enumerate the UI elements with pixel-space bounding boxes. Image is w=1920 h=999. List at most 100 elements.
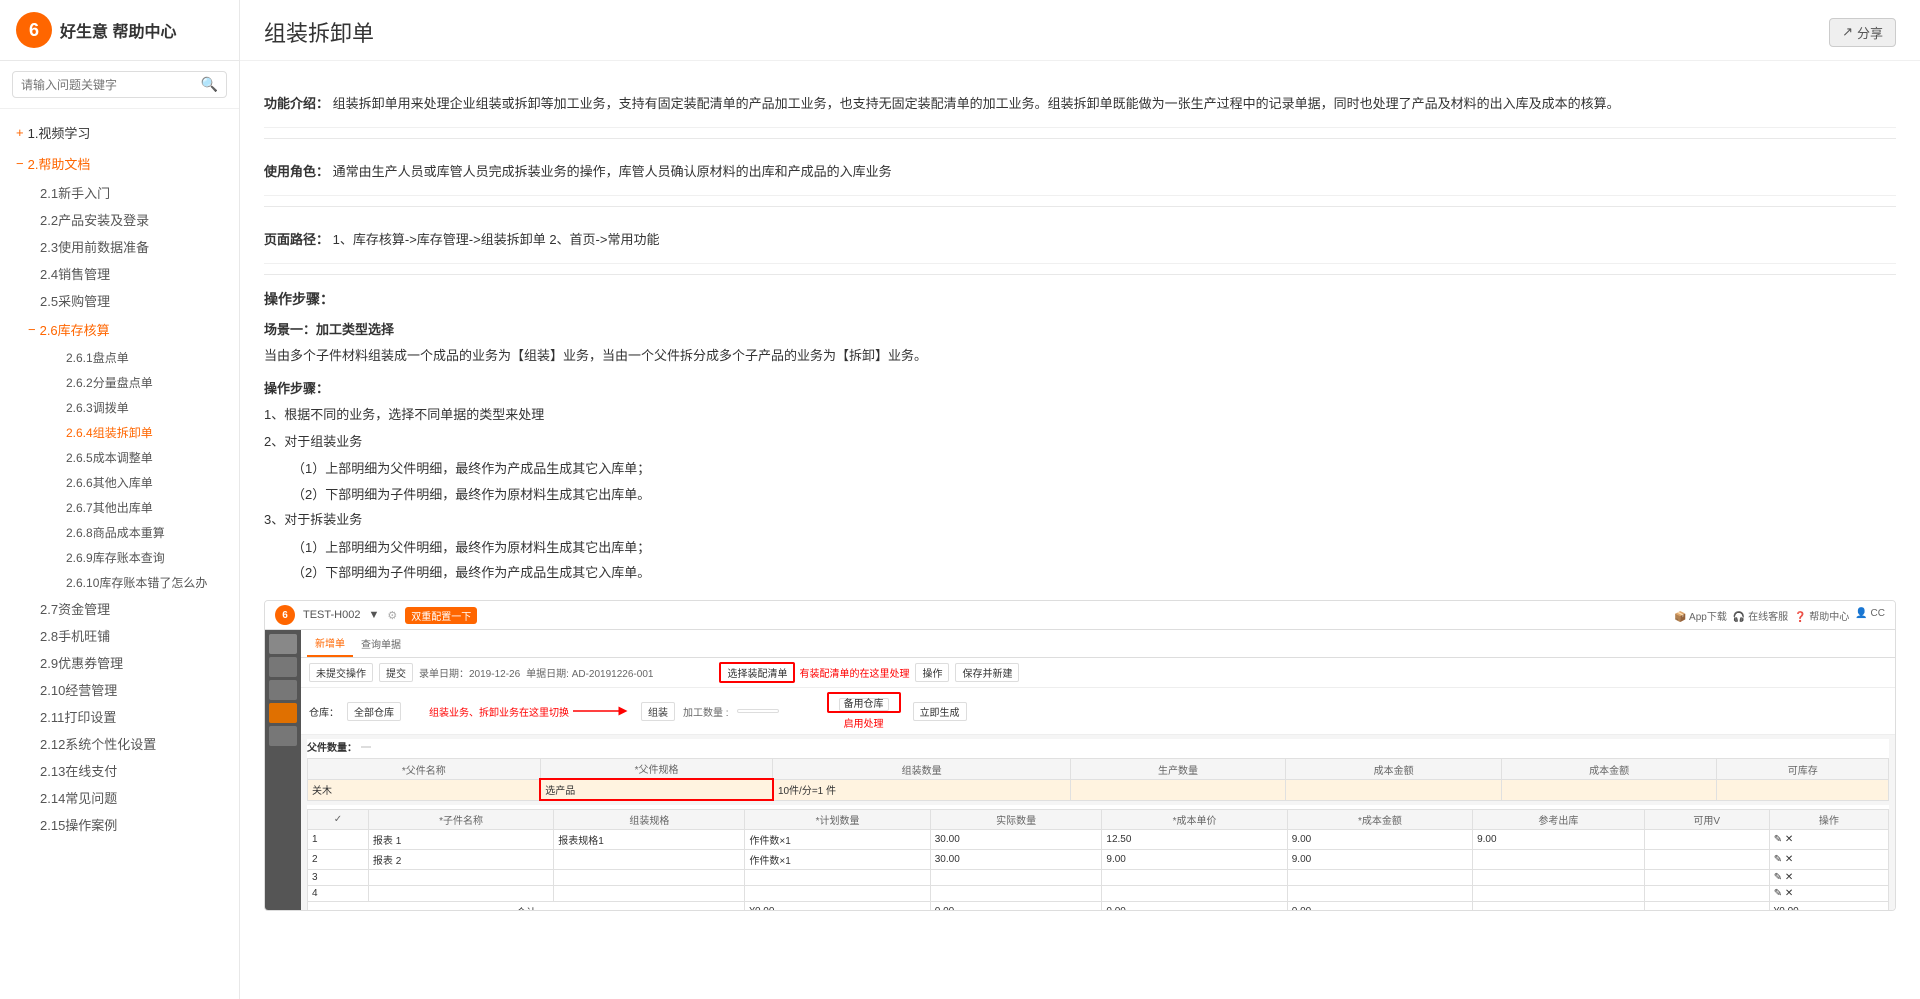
label: 2.4销售管理 bbox=[40, 267, 110, 282]
mini-btn-ops[interactable]: 操作 bbox=[915, 663, 949, 682]
cell bbox=[1287, 886, 1472, 902]
sidebar-item-sales[interactable]: 2.4销售管理 bbox=[12, 260, 239, 287]
cell: 4 bbox=[308, 886, 369, 902]
cell: 3 bbox=[308, 870, 369, 886]
sidebar-item-newbie[interactable]: 2.1新手入门 bbox=[12, 179, 239, 206]
cell bbox=[1644, 886, 1769, 902]
sidebar-item-install[interactable]: 2.2产品安装及登录 bbox=[12, 206, 239, 233]
mini-dropdown-icon: ▼ bbox=[368, 609, 379, 621]
page-title: 组装拆卸单 bbox=[264, 16, 374, 48]
label: 2.10经营管理 bbox=[40, 683, 117, 698]
search-input[interactable] bbox=[21, 78, 201, 92]
mini-bom-btn[interactable]: 选择装配清单 bbox=[719, 662, 795, 683]
col-child-plan: *计划数量 bbox=[745, 810, 930, 830]
cell: 9.00 bbox=[1287, 830, 1472, 850]
mini-nav-sidebar bbox=[265, 630, 301, 910]
mini-parent-label: 父件数量： bbox=[307, 739, 357, 754]
mini-topbar: 6 TEST-H002 ▼ ⚙ 双重配置一下 📦 App下载 🎧 在线客服 ❓ … bbox=[265, 601, 1895, 630]
sidebar-header: 6 好生意 帮助中心 bbox=[0, 0, 239, 61]
mini-parent-qty[interactable] bbox=[361, 746, 371, 748]
sidebar-item-purchase[interactable]: 2.5采购管理 bbox=[12, 287, 239, 314]
table-row: 3 ✎ ✕ bbox=[308, 870, 1889, 886]
mini-btn-save[interactable]: 未提交操作 bbox=[309, 663, 373, 682]
mini-action-toolbar: 未提交操作 提交 录单日期：2019-12-26 单据日期: AD-201912… bbox=[301, 658, 1895, 688]
mini-date-label: 录单日期：2019-12-26 bbox=[419, 665, 520, 680]
mini-parent-table: *父件名称 *父件规格 组装数量 生产数量 成本金额 成本金额 可库存 bbox=[307, 758, 1889, 801]
intro-label: 功能介绍： bbox=[264, 96, 329, 111]
mini-type-select[interactable]: 组装 bbox=[641, 702, 675, 721]
sidebar-item-faq[interactable]: 2.14常见问题 bbox=[12, 784, 239, 811]
mini-app-body: 新增单 查询单据 未提交操作 提交 录单日期：2019-12-26 单据日期: … bbox=[265, 630, 1895, 910]
sidebar-item-stocktake[interactable]: 2.6.1盘点单 bbox=[24, 345, 239, 370]
share-icon: ↗ bbox=[1842, 24, 1853, 40]
cell: ✎ ✕ bbox=[1769, 870, 1888, 886]
mini-child-table-wrap: ✓ *子件名称 组装规格 *计划数量 实际数量 *成本单价 *成本金额 参考出库 bbox=[307, 805, 1889, 911]
sidebar-item-coupon[interactable]: 2.9优惠券管理 bbox=[12, 649, 239, 676]
content-body: 功能介绍： 组装拆卸单用来处理企业组装或拆卸等加工业务，支持有固定装配清单的产品… bbox=[240, 61, 1920, 999]
search-icon[interactable]: 🔍 bbox=[201, 76, 218, 93]
col-check: ✓ bbox=[308, 810, 369, 830]
col-child-avail: 可用V bbox=[1644, 810, 1769, 830]
search-box[interactable]: 🔍 bbox=[0, 61, 239, 109]
cell: 30.00 bbox=[930, 830, 1102, 850]
cell bbox=[554, 850, 745, 870]
cell bbox=[1102, 870, 1287, 886]
screenshot-container: 6 TEST-H002 ▼ ⚙ 双重配置一下 📦 App下载 🎧 在线客服 ❓ … bbox=[264, 600, 1896, 911]
sidebar-item-transfer[interactable]: 2.6.3调拨单 bbox=[24, 395, 239, 420]
path-label: 页面路径： bbox=[264, 232, 329, 247]
mini-nav-icon-active bbox=[269, 703, 297, 723]
table-row: 关木 选产品 10件/分=1 件 bbox=[308, 779, 1889, 800]
share-button[interactable]: ↗ 分享 bbox=[1829, 18, 1896, 47]
label: 2.1新手入门 bbox=[40, 186, 110, 201]
mini-parent-header: 父件数量： bbox=[307, 739, 1889, 754]
mini-icons: 📦 App下载 🎧 在线客服 ❓ 帮助中心 👤 CC bbox=[1674, 608, 1885, 623]
cell: 9.00 bbox=[1473, 830, 1645, 850]
sidebar-item-stockerror[interactable]: 2.6.10库存账本错了怎么办 bbox=[24, 570, 239, 595]
sidebar-item-label: 1.视频学习 bbox=[28, 123, 91, 142]
mini-confirm-btn[interactable]: 立即生成 bbox=[913, 702, 967, 721]
step3-sub1: （1）上部明细为父件明细，最终作为原材料生成其它出库单； bbox=[292, 536, 1896, 559]
sidebar-item-otherinstock[interactable]: 2.6.6其他入库单 bbox=[24, 470, 239, 495]
mini-btn-submit[interactable]: 提交 bbox=[379, 663, 413, 682]
sidebar-item-partialtake[interactable]: 2.6.2分量盘点单 bbox=[24, 370, 239, 395]
sidebar-item-docs[interactable]: − 2.帮助文档 bbox=[0, 148, 239, 179]
step2-sub2: （2）下部明细为子件明细，最终作为原材料生成其它出库单。 bbox=[292, 483, 1896, 506]
sidebar-item-otheroutstock[interactable]: 2.6.7其他出库单 bbox=[24, 495, 239, 520]
sidebar-item-dataprep[interactable]: 2.3使用前数据准备 bbox=[12, 233, 239, 260]
mini-form-row: 仓库： 全部仓库 组装业务、拆卸业务在这里切换 组装 bbox=[301, 688, 1895, 735]
sidebar-item-cases[interactable]: 2.15操作案例 bbox=[12, 811, 239, 838]
mini-enable-select[interactable]: 备用仓库 bbox=[839, 698, 889, 711]
cell-highlight: 选产品 bbox=[540, 779, 773, 800]
cell: ¥0.00 bbox=[745, 902, 930, 912]
sidebar-item-costadj[interactable]: 2.6.5成本调整单 bbox=[24, 445, 239, 470]
sidebar-item-mobile[interactable]: 2.8手机旺铺 bbox=[12, 622, 239, 649]
cell bbox=[368, 886, 553, 902]
mini-tab-active: 新增单 bbox=[307, 630, 353, 657]
mini-warehouse-input[interactable]: 全部仓库 bbox=[347, 702, 401, 721]
sidebar-item-capital[interactable]: 2.7资金管理 bbox=[12, 595, 239, 622]
sidebar-item-goodscost[interactable]: 2.6.8商品成本重算 bbox=[24, 520, 239, 545]
label: 2.13在线支付 bbox=[40, 764, 117, 779]
path-text: 页面路径： 1、库存核算->库存管理->组装拆卸单 2、首页->常用功能 bbox=[264, 229, 1896, 251]
sidebar-item-ops[interactable]: 2.10经营管理 bbox=[12, 676, 239, 703]
cell bbox=[745, 886, 930, 902]
mini-qty-input[interactable] bbox=[737, 709, 779, 713]
sidebar-item-inventory[interactable]: − 2.6库存核算 bbox=[12, 314, 239, 345]
sidebar-item-system[interactable]: 2.12系统个性化设置 bbox=[12, 730, 239, 757]
sidebar-item-print[interactable]: 2.11打印设置 bbox=[12, 703, 239, 730]
col-qty: 组装数量 bbox=[773, 759, 1070, 780]
main-content: 组装拆卸单 ↗ 分享 功能介绍： 组装拆卸单用来处理企业组装或拆卸等加工业务，支… bbox=[240, 0, 1920, 999]
sidebar-item-onlinepay[interactable]: 2.13在线支付 bbox=[12, 757, 239, 784]
step1: 1、根据不同的业务，选择不同单据的类型来处理 bbox=[264, 403, 1896, 426]
step-list: 1、根据不同的业务，选择不同单据的类型来处理 2、对于组装业务 （1）上部明细为… bbox=[264, 403, 1896, 585]
cell bbox=[1473, 850, 1645, 870]
mini-parent-table-wrap: 父件数量： *父件名称 *父件规格 组装数量 生产数量 bbox=[307, 739, 1889, 801]
mini-btn-save2[interactable]: 保存并新建 bbox=[955, 663, 1019, 682]
sidebar-item-stockcheck[interactable]: 2.6.9库存账本查询 bbox=[24, 545, 239, 570]
sidebar-item-video[interactable]: + 1.视频学习 bbox=[0, 117, 239, 148]
sidebar-item-assembly[interactable]: 2.6.4组装拆卸单 bbox=[24, 420, 239, 445]
mini-enable-btn[interactable]: 备用仓库 bbox=[827, 692, 901, 713]
table-row: 2 报表 2 作件数×1 30.00 9.00 9.00 bbox=[308, 850, 1889, 870]
cell: 关木 bbox=[308, 779, 541, 800]
col-child-spec: 组装规格 bbox=[554, 810, 745, 830]
